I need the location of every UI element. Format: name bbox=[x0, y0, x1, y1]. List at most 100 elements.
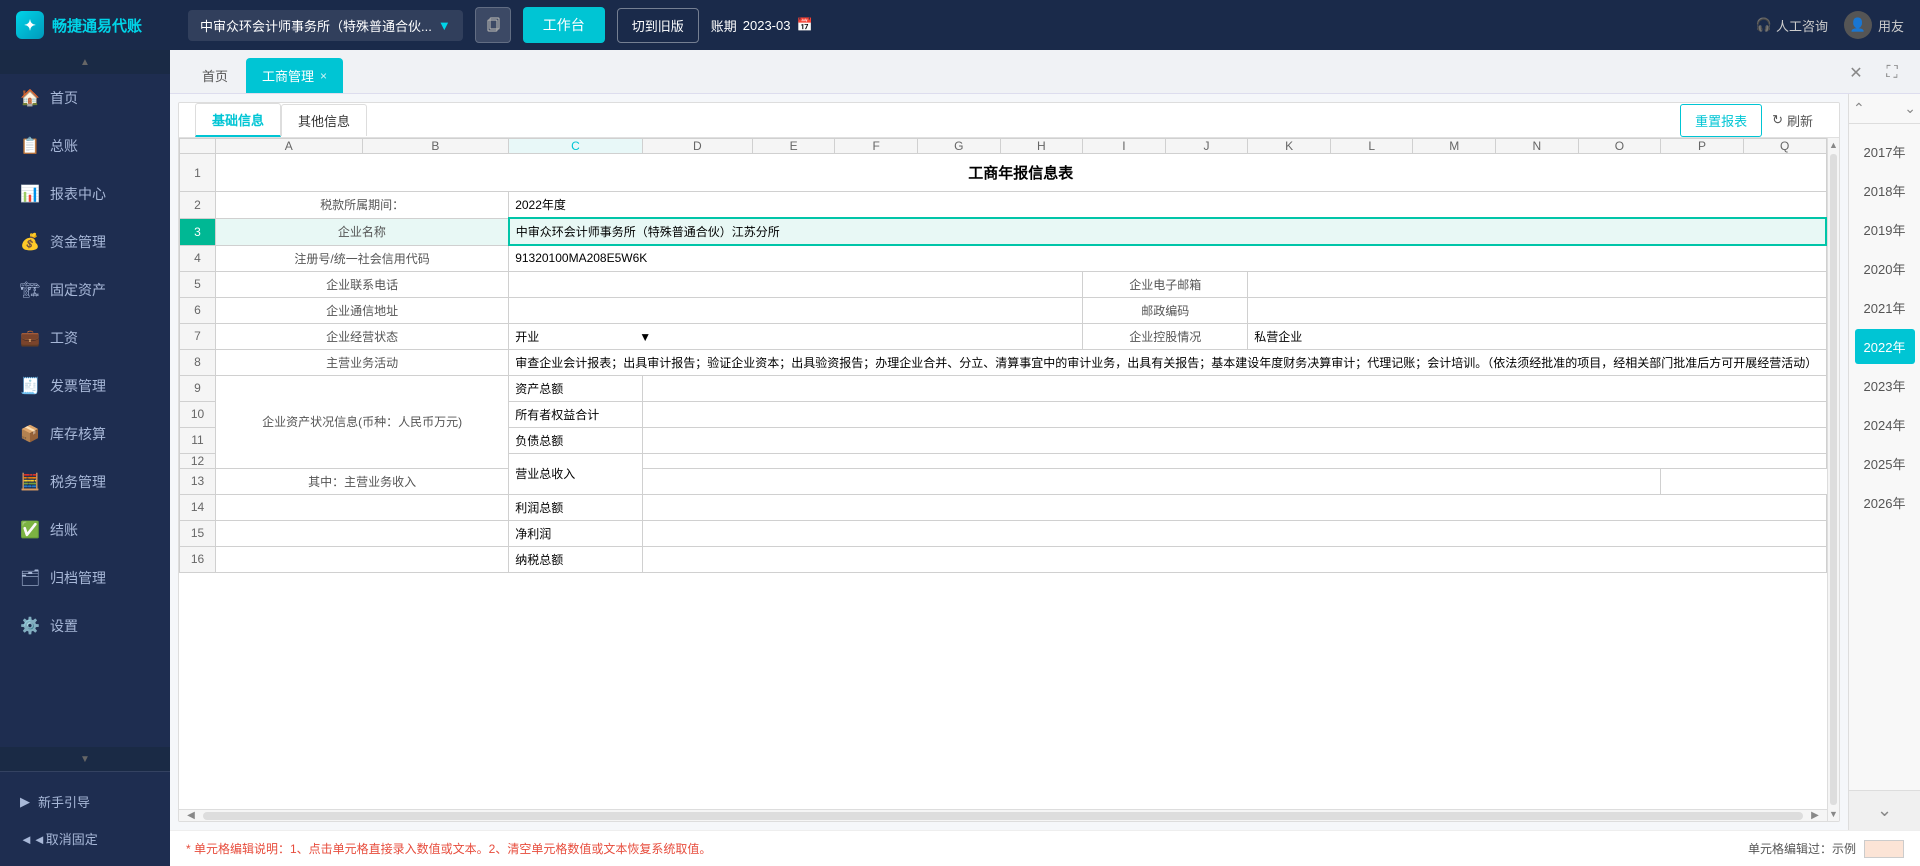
sidebar-item-inventory[interactable]: 📦 库存核算 bbox=[0, 410, 170, 458]
cell-7-status[interactable]: 开业 ▼ bbox=[509, 323, 1083, 349]
sidebar-item-assets[interactable]: 🏗 固定资产 bbox=[0, 266, 170, 314]
cell-15-value[interactable] bbox=[642, 520, 1826, 546]
cell-9-total-assets[interactable]: 资产总额 bbox=[509, 375, 643, 401]
cell-4-label[interactable]: 注册号/统一社会信用代码 bbox=[216, 245, 509, 271]
sidebar-item-payroll[interactable]: 💼 工资 bbox=[0, 314, 170, 362]
year-panel-bottom-nav[interactable]: ⌄ bbox=[1849, 790, 1920, 830]
new-user-guide[interactable]: ▶ 新手引导 bbox=[0, 782, 170, 821]
cell-9-value[interactable] bbox=[642, 375, 1826, 401]
cell-2-c[interactable]: 2022年度 bbox=[509, 192, 1826, 219]
spreadsheet-wrapper[interactable]: A B C D E F G H I J bbox=[179, 138, 1827, 809]
year-item-2020[interactable]: 2020年 bbox=[1855, 251, 1915, 286]
year-panel-up-arrow[interactable]: ⌃ bbox=[1853, 100, 1865, 117]
close-window-button[interactable]: ✕ bbox=[1844, 61, 1868, 85]
year-item-2023[interactable]: 2023年 bbox=[1855, 368, 1915, 403]
col-header-b[interactable]: B bbox=[362, 139, 509, 154]
tab-home[interactable]: 首页 bbox=[186, 58, 244, 93]
cell-7-label1[interactable]: 企业经营状态 bbox=[216, 323, 509, 349]
tab-basic-info[interactable]: 基础信息 bbox=[195, 103, 281, 137]
sidebar-item-archive[interactable]: 🗂 归档管理 bbox=[0, 554, 170, 602]
col-header-e[interactable]: E bbox=[752, 139, 835, 154]
cell-10-equity[interactable]: 所有者权益合计 bbox=[509, 401, 643, 427]
consult-button[interactable]: 🎧 人工咨询 bbox=[1756, 16, 1828, 35]
vertical-scrollbar[interactable]: ▲ ▼ bbox=[1827, 138, 1839, 821]
col-header-f[interactable]: F bbox=[835, 139, 918, 154]
year-item-2024[interactable]: 2024年 bbox=[1855, 407, 1915, 442]
cell-6-address[interactable] bbox=[509, 297, 1083, 323]
col-header-c[interactable]: C bbox=[509, 139, 643, 154]
sidebar-item-ledger[interactable]: 📋 总账 bbox=[0, 122, 170, 170]
col-header-i[interactable]: I bbox=[1083, 139, 1166, 154]
refresh-button[interactable]: ↻ 刷新 bbox=[1762, 105, 1823, 136]
year-item-2019[interactable]: 2019年 bbox=[1855, 212, 1915, 247]
cell-7-control[interactable]: 私营企业 bbox=[1248, 323, 1826, 349]
scroll-left-button[interactable]: ◀ bbox=[183, 808, 199, 822]
reset-report-button[interactable]: 重置报表 bbox=[1680, 104, 1762, 137]
sidebar-item-tax[interactable]: 🧮 税务管理 bbox=[0, 458, 170, 506]
cell-8-value[interactable]: 审查企业会计报表；出具审计报告；验证企业资本；出具验资报告；办理企业合并、分立、… bbox=[509, 349, 1826, 375]
cell-7-label2[interactable]: 企业控股情况 bbox=[1083, 323, 1248, 349]
year-item-2022[interactable]: 2022年 bbox=[1855, 329, 1915, 364]
cell-3-value[interactable]: 中审众环会计师事务所（特殊普通合伙）江苏分所 bbox=[509, 218, 1826, 245]
unpin-sidebar[interactable]: ◄◄取消固定 bbox=[0, 821, 170, 856]
col-header-o[interactable]: O bbox=[1578, 139, 1661, 154]
sidebar-item-reports[interactable]: 📊 报表中心 bbox=[0, 170, 170, 218]
cell-5-email[interactable] bbox=[1248, 271, 1826, 297]
sidebar-item-close[interactable]: ✅ 结账 bbox=[0, 506, 170, 554]
cell-14-profit[interactable]: 利润总额 bbox=[509, 494, 643, 520]
cell-13-value[interactable] bbox=[642, 468, 1660, 494]
col-header-a[interactable]: A bbox=[216, 139, 363, 154]
col-header-j[interactable]: J bbox=[1165, 139, 1248, 154]
scroll-right-button[interactable]: ▶ bbox=[1807, 808, 1823, 822]
cell-10-value[interactable] bbox=[642, 401, 1826, 427]
sidebar-scroll-up[interactable]: ▲ bbox=[0, 50, 170, 74]
tab-commerce[interactable]: 工商管理 × bbox=[246, 58, 343, 93]
cell-6-label1[interactable]: 企业通信地址 bbox=[216, 297, 509, 323]
cell-14-value[interactable] bbox=[642, 494, 1826, 520]
workbench-button[interactable]: 工作台 bbox=[523, 7, 605, 43]
cell-2-ab[interactable]: 税款所属期间： bbox=[216, 192, 509, 219]
user-menu[interactable]: 👤 用友 bbox=[1844, 11, 1904, 39]
cell-5-label1[interactable]: 企业联系电话 bbox=[216, 271, 509, 297]
v-scroll-track[interactable] bbox=[1830, 154, 1837, 805]
sidebar-item-settings[interactable]: ⚙️ 设置 bbox=[0, 602, 170, 650]
col-header-m[interactable]: M bbox=[1413, 139, 1496, 154]
cell-3-label[interactable]: 企业名称 bbox=[216, 218, 509, 245]
year-item-2026[interactable]: 2026年 bbox=[1855, 485, 1915, 520]
cell-title[interactable]: 工商年报信息表 bbox=[216, 154, 1827, 192]
scroll-down-button[interactable]: ▼ bbox=[1828, 807, 1839, 821]
sidebar-scroll-down[interactable]: ▼ bbox=[0, 747, 170, 771]
col-header-d[interactable]: D bbox=[642, 139, 752, 154]
cell-11-liab[interactable]: 负债总额 bbox=[509, 427, 643, 453]
cell-4-value[interactable]: 91320100MA208E5W6K bbox=[509, 245, 1826, 271]
tab-close-icon[interactable]: × bbox=[320, 69, 327, 83]
scroll-up-button[interactable]: ▲ bbox=[1828, 138, 1839, 152]
calendar-icon[interactable]: 📅 bbox=[796, 17, 812, 33]
expand-window-button[interactable]: ⛶ bbox=[1880, 61, 1904, 85]
cell-8-label[interactable]: 主营业务活动 bbox=[216, 349, 509, 375]
cell-6-label2[interactable]: 邮政编码 bbox=[1083, 297, 1248, 323]
col-header-k[interactable]: K bbox=[1248, 139, 1331, 154]
year-item-2021[interactable]: 2021年 bbox=[1855, 290, 1915, 325]
scroll-track[interactable] bbox=[203, 812, 1803, 820]
cell-5-label2[interactable]: 企业电子邮箱 bbox=[1083, 271, 1248, 297]
old-version-button[interactable]: 切到旧版 bbox=[617, 8, 699, 43]
year-item-2025[interactable]: 2025年 bbox=[1855, 446, 1915, 481]
cell-12-value[interactable] bbox=[642, 453, 1826, 468]
col-header-n[interactable]: N bbox=[1496, 139, 1579, 154]
tab-other-info[interactable]: 其他信息 bbox=[281, 104, 367, 136]
sidebar-item-invoice[interactable]: 🧾 发票管理 bbox=[0, 362, 170, 410]
col-header-l[interactable]: L bbox=[1330, 139, 1413, 154]
year-panel-down-arrow[interactable]: ⌄ bbox=[1904, 100, 1916, 117]
cell-5-phone[interactable] bbox=[509, 271, 1083, 297]
cell-16-value[interactable] bbox=[642, 546, 1826, 572]
cell-15-netprofit[interactable]: 净利润 bbox=[509, 520, 643, 546]
cell-11-value[interactable] bbox=[642, 427, 1826, 453]
horizontal-scrollbar[interactable]: ◀ ▶ bbox=[179, 809, 1827, 821]
year-item-2017[interactable]: 2017年 bbox=[1855, 134, 1915, 169]
sidebar-item-home[interactable]: 🏠 首页 bbox=[0, 74, 170, 122]
cell-6-postcode[interactable] bbox=[1248, 297, 1826, 323]
col-header-g[interactable]: G bbox=[917, 139, 1000, 154]
company-selector[interactable]: 中审众环会计师事务所（特殊普通合伙... ▼ bbox=[188, 10, 463, 41]
cell-13-label[interactable]: 其中：主营业务收入 bbox=[216, 468, 509, 494]
